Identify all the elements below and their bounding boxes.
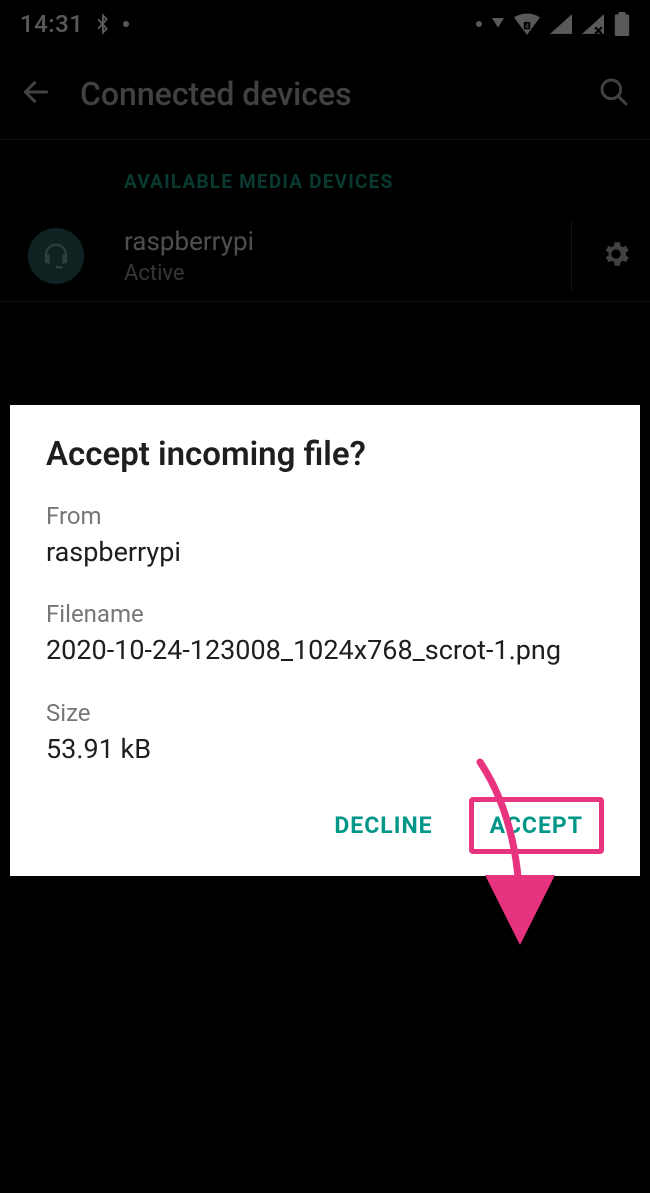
from-value: raspberrypi <box>46 534 604 570</box>
filename-label: Filename <box>46 600 604 628</box>
signal-no-data-icon <box>582 14 604 34</box>
search-icon[interactable] <box>598 76 630 112</box>
device-info: raspberrypi Active <box>124 227 543 286</box>
back-icon[interactable] <box>20 76 52 112</box>
page-title: Connected devices <box>80 75 570 113</box>
from-label: From <box>46 502 604 530</box>
accept-button[interactable]: ACCEPT <box>469 797 604 854</box>
decline-button[interactable]: DECLINE <box>314 797 452 854</box>
wifi-icon: 4 <box>514 13 540 35</box>
dialog-title: Accept incoming file? <box>46 435 604 474</box>
dropdown-caret-icon <box>492 18 504 30</box>
bluetooth-icon <box>93 12 113 36</box>
device-status: Active <box>124 261 543 286</box>
signal-icon <box>550 14 572 34</box>
status-time: 14:31 <box>20 10 83 38</box>
app-bar: Connected devices <box>0 48 650 140</box>
incoming-file-dialog: Accept incoming file? From raspberrypi F… <box>10 405 640 876</box>
device-row[interactable]: raspberrypi Active <box>0 211 650 302</box>
size-label: Size <box>46 699 604 727</box>
filename-value: 2020-10-24-123008_1024x768_scrot-1.png <box>46 632 604 668</box>
status-bar: 14:31 4 <box>0 0 650 48</box>
headset-icon <box>28 228 84 284</box>
section-header: AVAILABLE MEDIA DEVICES <box>0 140 650 211</box>
device-name: raspberrypi <box>124 227 543 257</box>
battery-icon <box>614 12 630 36</box>
notification-dot-icon <box>476 21 482 27</box>
gear-icon[interactable] <box>600 238 632 274</box>
svg-text:4: 4 <box>525 21 529 30</box>
notification-dot-icon <box>123 21 129 27</box>
size-value: 53.91 kB <box>46 731 604 767</box>
divider <box>571 221 572 291</box>
dialog-actions: DECLINE ACCEPT <box>46 797 604 854</box>
